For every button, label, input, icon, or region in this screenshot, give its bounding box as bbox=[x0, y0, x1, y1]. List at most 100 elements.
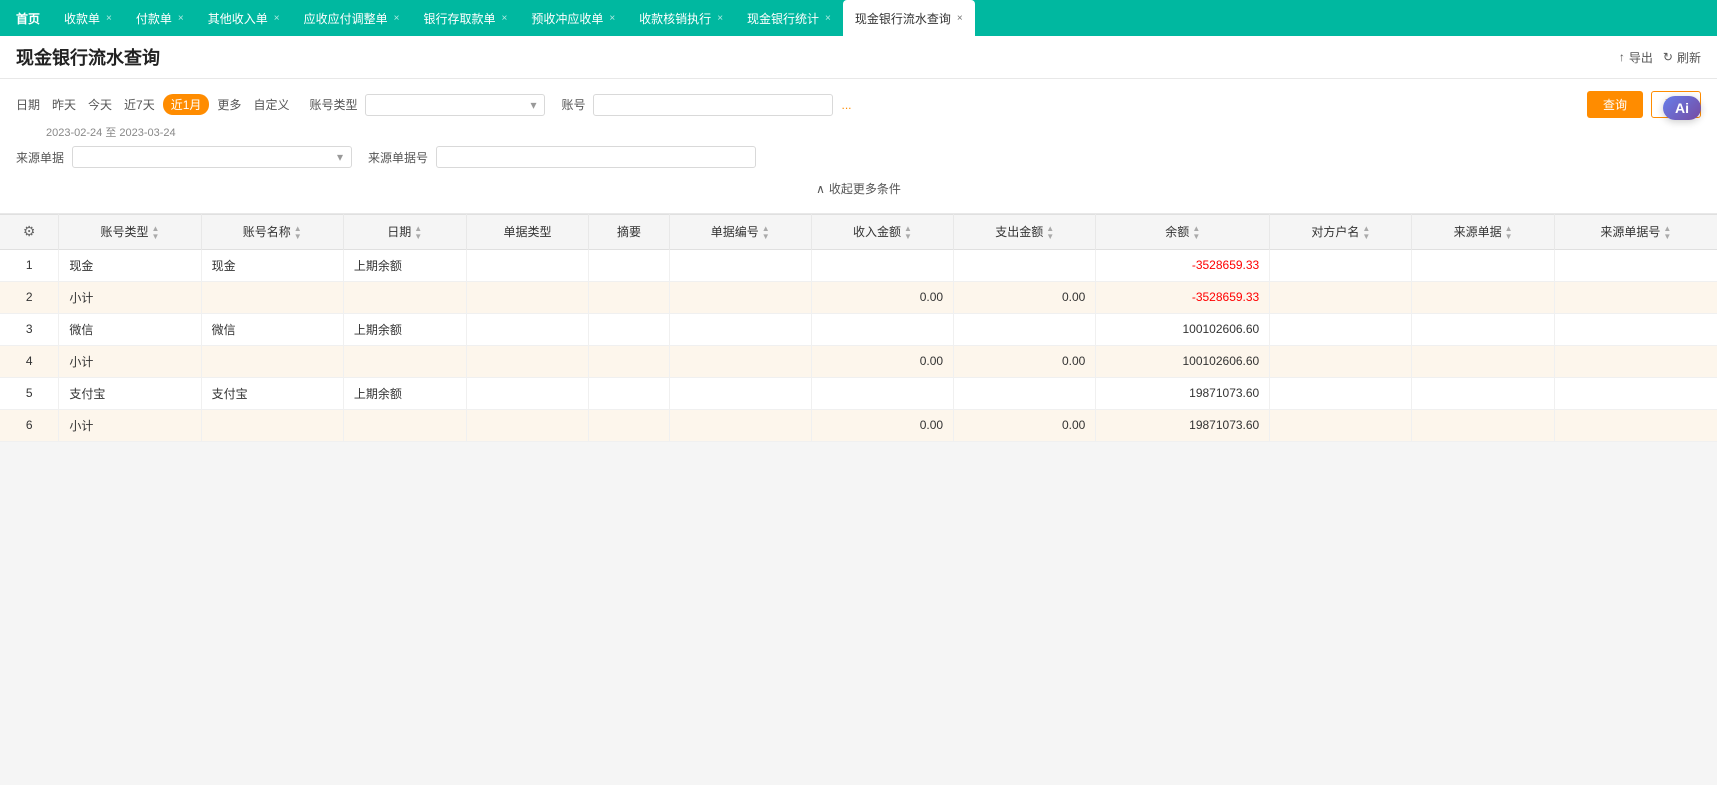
td-counterparty bbox=[1270, 377, 1412, 409]
th-income[interactable]: 收入金额▲▼ bbox=[811, 215, 953, 250]
close-icon[interactable]: × bbox=[609, 13, 615, 24]
th-source_doc[interactable]: 来源单据▲▼ bbox=[1412, 215, 1554, 250]
filter-row-1: 日期 昨天今天近7天近1月更多自定义 账号类型 ▾ 账号 ... 查询 设置 bbox=[16, 91, 1701, 118]
ai-assistant-badge[interactable]: Ai bbox=[1663, 96, 1701, 120]
export-button[interactable]: ↑ 导出 bbox=[1619, 49, 1653, 66]
nav-item-首页[interactable]: 首页 bbox=[4, 0, 52, 36]
th-balance[interactable]: 余额▲▼ bbox=[1096, 215, 1270, 250]
source-doc-filter-group: 来源单据 ▾ bbox=[16, 146, 352, 168]
td-source_doc_num bbox=[1554, 313, 1717, 345]
th-label-counterparty: 对方户名 bbox=[1311, 225, 1359, 239]
close-icon[interactable]: × bbox=[825, 13, 831, 24]
td-settings: 3 bbox=[0, 313, 59, 345]
td-income bbox=[811, 313, 953, 345]
gear-icon[interactable]: ⚙ bbox=[23, 223, 36, 239]
query-button[interactable]: 查询 bbox=[1587, 91, 1643, 118]
td-doc_type bbox=[466, 249, 589, 281]
nav-item-付款单[interactable]: 付款单× bbox=[124, 0, 196, 36]
date-shortcut-更多[interactable]: 更多 bbox=[213, 94, 245, 115]
account-input[interactable] bbox=[593, 94, 833, 116]
nav-item-现金银行统计[interactable]: 现金银行统计× bbox=[735, 0, 843, 36]
td-account_type: 小计 bbox=[59, 345, 201, 377]
th-doc_number[interactable]: 单据编号▲▼ bbox=[669, 215, 811, 250]
th-doc_type: 单据类型 bbox=[466, 215, 589, 250]
filter-row-date-range: 2023-02-24 至 2023-03-24 bbox=[46, 122, 1701, 140]
sort-icon-counterparty: ▲▼ bbox=[1362, 225, 1370, 241]
nav-item-预收冲应收单[interactable]: 预收冲应收单× bbox=[519, 0, 627, 36]
close-icon[interactable]: × bbox=[501, 13, 507, 24]
td-date: 上期余额 bbox=[343, 313, 466, 345]
th-expense[interactable]: 支出金额▲▼ bbox=[954, 215, 1096, 250]
td-summary bbox=[589, 345, 669, 377]
th-counterparty[interactable]: 对方户名▲▼ bbox=[1270, 215, 1412, 250]
th-date[interactable]: 日期▲▼ bbox=[343, 215, 466, 250]
td-expense: 0.00 bbox=[954, 345, 1096, 377]
td-doc_type bbox=[466, 409, 589, 441]
th-source_doc_num[interactable]: 来源单据号▲▼ bbox=[1554, 215, 1717, 250]
nav-item-银行存取款单[interactable]: 银行存取款单× bbox=[411, 0, 519, 36]
refresh-button[interactable]: ↻ 刷新 bbox=[1663, 49, 1701, 66]
td-settings: 1 bbox=[0, 249, 59, 281]
date-shortcut-昨天[interactable]: 昨天 bbox=[48, 94, 80, 115]
date-shortcut-今天[interactable]: 今天 bbox=[84, 94, 116, 115]
collapse-button[interactable]: ∧ 收起更多条件 bbox=[16, 176, 1701, 201]
filter-area: 日期 昨天今天近7天近1月更多自定义 账号类型 ▾ 账号 ... 查询 设置 2… bbox=[0, 79, 1717, 214]
sort-icon-balance: ▲▼ bbox=[1192, 225, 1200, 241]
export-icon: ↑ bbox=[1619, 50, 1625, 64]
account-type-label: 账号类型 bbox=[309, 96, 357, 113]
close-icon[interactable]: × bbox=[106, 13, 112, 24]
th-label-balance: 余额 bbox=[1165, 225, 1189, 239]
close-icon[interactable]: × bbox=[717, 13, 723, 24]
sort-icon-date: ▲▼ bbox=[414, 225, 422, 241]
th-account_name[interactable]: 账号名称▲▼ bbox=[201, 215, 343, 250]
nav-item-收款单[interactable]: 收款单× bbox=[52, 0, 124, 36]
date-filter-group: 日期 昨天今天近7天近1月更多自定义 bbox=[16, 94, 293, 115]
th-label-source_doc: 来源单据 bbox=[1454, 225, 1502, 239]
date-shortcut-近1月[interactable]: 近1月 bbox=[163, 94, 210, 115]
td-settings: 5 bbox=[0, 377, 59, 409]
td-settings: 4 bbox=[0, 345, 59, 377]
td-income: 0.00 bbox=[811, 409, 953, 441]
th-label-expense: 支出金额 bbox=[995, 225, 1043, 239]
td-counterparty bbox=[1270, 249, 1412, 281]
table-row: 4小计0.000.00100102606.60 bbox=[0, 345, 1717, 377]
td-doc_number bbox=[669, 377, 811, 409]
nav-item-现金银行流水查询[interactable]: 现金银行流水查询× bbox=[843, 0, 975, 36]
td-source_doc bbox=[1412, 281, 1554, 313]
close-icon[interactable]: × bbox=[178, 13, 184, 24]
td-summary bbox=[589, 409, 669, 441]
td-source_doc bbox=[1412, 409, 1554, 441]
th-label-doc_type: 单据类型 bbox=[504, 225, 552, 239]
td-date: 上期余额 bbox=[343, 377, 466, 409]
more-options-button[interactable]: ... bbox=[841, 98, 851, 112]
td-summary bbox=[589, 249, 669, 281]
td-balance: -3528659.33 bbox=[1096, 281, 1270, 313]
table-row: 2小计0.000.00-3528659.33 bbox=[0, 281, 1717, 313]
td-account_type: 小计 bbox=[59, 409, 201, 441]
source-doc-select[interactable]: ▾ bbox=[72, 146, 352, 168]
sort-icon-income: ▲▼ bbox=[904, 225, 912, 241]
source-doc-num-filter-group: 来源单据号 bbox=[368, 146, 756, 168]
close-icon[interactable]: × bbox=[274, 13, 280, 24]
close-icon[interactable]: × bbox=[957, 13, 963, 24]
close-icon[interactable]: × bbox=[394, 13, 400, 24]
nav-item-收款核销执行[interactable]: 收款核销执行× bbox=[627, 0, 735, 36]
account-type-select[interactable]: ▾ bbox=[365, 94, 545, 116]
th-account_type[interactable]: 账号类型▲▼ bbox=[59, 215, 201, 250]
account-filter-group: 账号 ... bbox=[561, 94, 851, 116]
td-source_doc bbox=[1412, 313, 1554, 345]
td-source_doc_num bbox=[1554, 281, 1717, 313]
date-shortcut-近7天[interactable]: 近7天 bbox=[120, 94, 159, 115]
source-doc-num-input[interactable] bbox=[436, 146, 756, 168]
th-label-summary: 摘要 bbox=[617, 225, 641, 239]
th-settings: ⚙ bbox=[0, 215, 59, 250]
td-doc_number bbox=[669, 345, 811, 377]
th-label-account_name: 账号名称 bbox=[243, 225, 291, 239]
date-shortcut-自定义[interactable]: 自定义 bbox=[249, 94, 293, 115]
nav-item-其他收入单[interactable]: 其他收入单× bbox=[196, 0, 292, 36]
td-balance: -3528659.33 bbox=[1096, 249, 1270, 281]
nav-item-应收应付调整单[interactable]: 应收应付调整单× bbox=[292, 0, 412, 36]
td-doc_number bbox=[669, 313, 811, 345]
date-label: 日期 bbox=[16, 96, 40, 113]
account-label: 账号 bbox=[561, 96, 585, 113]
